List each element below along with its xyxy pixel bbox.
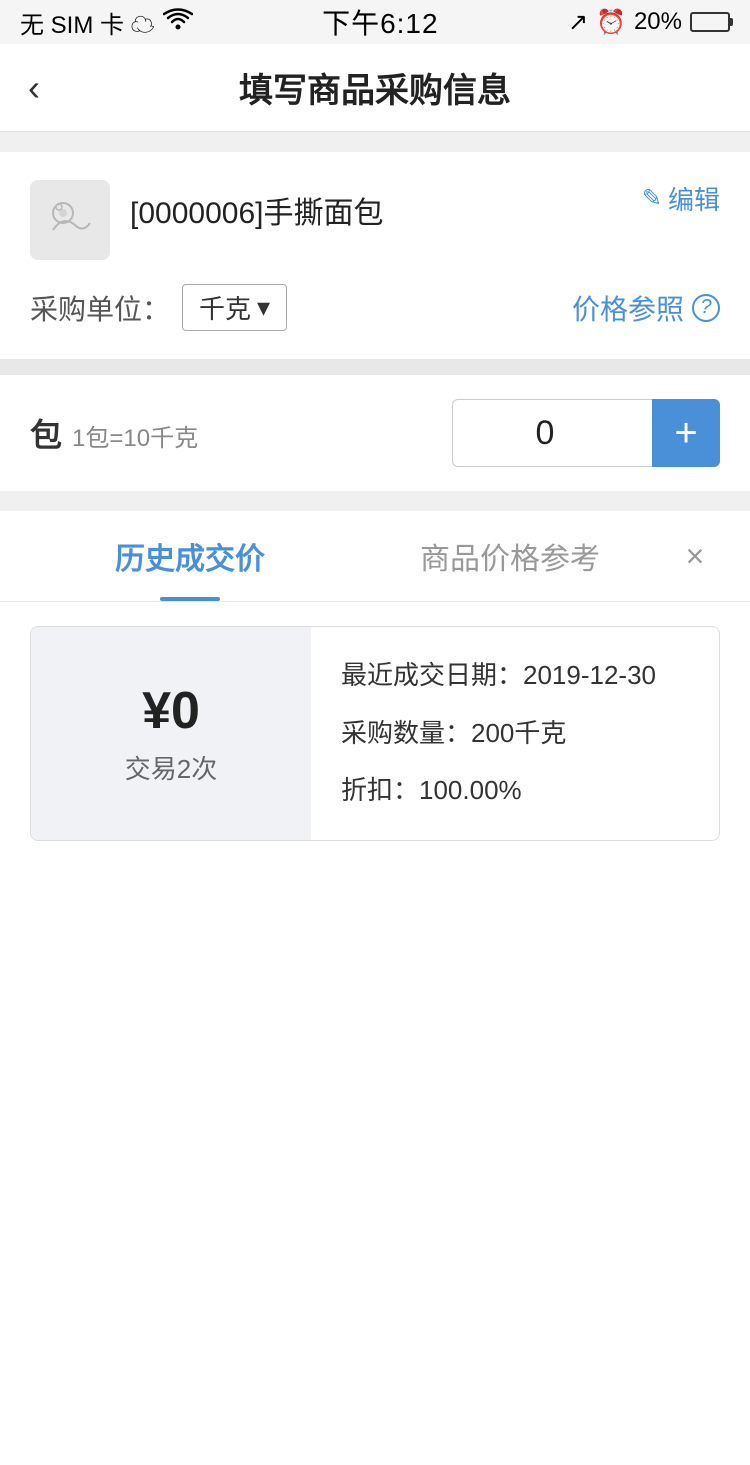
quantity-row: 包 1包=10千克 +: [0, 375, 750, 491]
history-discount: 折扣：100.00%: [341, 770, 689, 812]
purchase-unit-label: 采购单位：: [30, 288, 170, 328]
quantity-conversion: 1包=10千克: [72, 418, 198, 453]
tabs-container: 历史成交价 商品价格参考 ×: [0, 511, 750, 602]
history-recent-date: 最近成交日期：2019-12-30: [341, 655, 689, 697]
status-left: 无 SIM 卡 ☁: [20, 5, 193, 40]
tab-history-price[interactable]: 历史成交价: [30, 511, 350, 601]
section-divider: [0, 359, 750, 375]
discount-label: 折扣：: [341, 775, 419, 805]
unit-value: 千克: [199, 289, 251, 326]
recent-date-label: 最近成交日期：: [341, 660, 523, 690]
price-reference-button[interactable]: 价格参照 ?: [572, 288, 720, 328]
quantity-unit: 包: [30, 410, 62, 456]
history-price-panel: ¥0 交易2次: [31, 627, 311, 840]
plus-icon: +: [674, 411, 697, 456]
edit-label: 编辑: [668, 180, 720, 217]
status-bar: 无 SIM 卡 ☁ 下午6:12 ↗ ⏰ 20%: [0, 0, 750, 44]
dropdown-arrow-icon: ▾: [257, 292, 270, 323]
discount-value: 100.00%: [419, 775, 522, 805]
product-info: [0000006]手撕面包: [30, 180, 383, 260]
edit-icon: ✎: [642, 184, 662, 213]
no-sim-text: 无 SIM 卡 ☁: [20, 5, 155, 40]
tab-price-ref-label: 商品价格参考: [420, 534, 600, 578]
quantity-input[interactable]: [452, 399, 652, 467]
quantity-label: 包 1包=10千克: [30, 410, 198, 456]
battery-percent: 20%: [634, 8, 682, 36]
tabs-header: 历史成交价 商品价格参考 ×: [0, 511, 750, 601]
tab-history-label: 历史成交价: [115, 534, 265, 578]
back-button[interactable]: ‹: [28, 67, 40, 109]
purchase-qty-value: 200千克: [471, 718, 566, 748]
status-time: 下午6:12: [322, 2, 439, 42]
alarm-icon: ⏰: [596, 8, 626, 37]
history-section: ¥0 交易2次 最近成交日期：2019-12-30 采购数量：200千克 折扣：…: [0, 602, 750, 865]
purchase-unit: 采购单位： 千克 ▾: [30, 284, 287, 331]
history-price-value: ¥0: [142, 681, 200, 741]
status-right: ↗ ⏰ 20%: [568, 8, 730, 37]
purchase-qty-label: 采购数量：: [341, 718, 471, 748]
quantity-plus-button[interactable]: +: [652, 399, 720, 467]
help-icon: ?: [692, 294, 720, 322]
page-title: 填写商品采购信息: [239, 63, 511, 112]
quantity-input-group: +: [452, 399, 720, 467]
tab-product-price-ref[interactable]: 商品价格参考: [350, 511, 670, 601]
unit-dropdown[interactable]: 千克 ▾: [182, 284, 287, 331]
main-content-area: [0, 865, 750, 1465]
history-details-panel: 最近成交日期：2019-12-30 采购数量：200千克 折扣：100.00%: [311, 627, 719, 840]
product-name: [0000006]手撕面包: [130, 180, 383, 232]
recent-date-value: 2019-12-30: [523, 660, 656, 690]
product-card: [0000006]手撕面包 ✎ 编辑 采购单位： 千克 ▾ 价格参照 ?: [0, 152, 750, 359]
history-card: ¥0 交易2次 最近成交日期：2019-12-30 采购数量：200千克 折扣：…: [30, 626, 720, 841]
tab-close-button[interactable]: ×: [670, 531, 720, 581]
nav-bar: ‹ 填写商品采购信息: [0, 44, 750, 132]
product-thumbnail: [30, 180, 110, 260]
battery-icon: [690, 12, 730, 32]
history-purchase-qty: 采购数量：200千克: [341, 713, 689, 755]
location-icon: ↗: [568, 8, 588, 37]
edit-button[interactable]: ✎ 编辑: [642, 180, 720, 217]
history-transaction-count: 交易2次: [125, 749, 217, 786]
wifi-icon: [163, 8, 193, 37]
price-ref-label: 价格参照: [572, 288, 684, 328]
